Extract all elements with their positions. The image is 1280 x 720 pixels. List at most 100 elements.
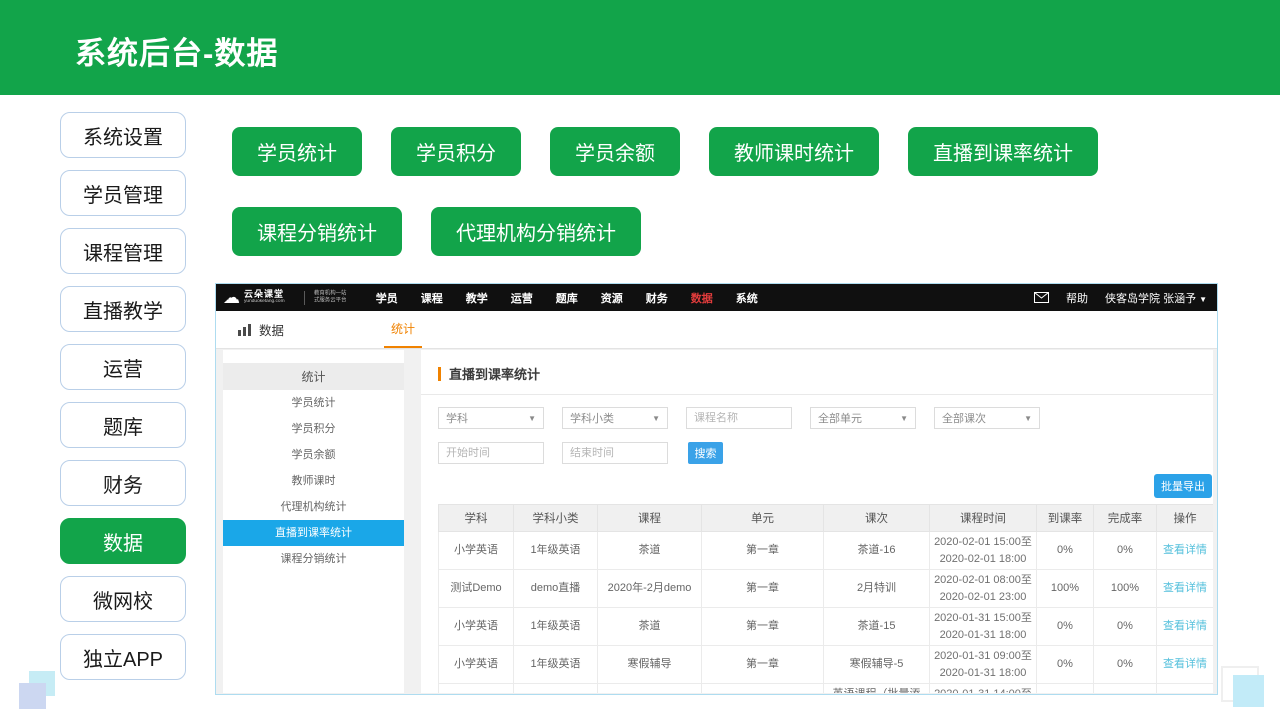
end-time-input-wrap [562, 442, 668, 464]
menu-item-agency-stats[interactable]: 代理机构统计 [223, 494, 404, 520]
table-row: 小学英语 1年级英语 寒假辅导 第一章 寒假辅导-5 2020-01-31 09… [439, 646, 1214, 684]
chip-student-balance[interactable]: 学员余额 [550, 127, 680, 176]
quick-buttons-row-2: 课程分销统计 代理机构分销统计 [232, 207, 641, 256]
sidebar-item-student-management[interactable]: 学员管理 [60, 170, 186, 216]
nav-item-question-bank[interactable]: 题库 [556, 290, 578, 306]
column-header-course-time: 课程时间 [930, 505, 1037, 532]
table-row: 测试Demo demo直播 2020年-2月demo 第一章 2月特训 2020… [439, 570, 1214, 608]
column-header-course: 课程 [598, 505, 702, 532]
start-time-input-wrap [438, 442, 544, 464]
filters-row-2: 搜索 [438, 442, 723, 464]
stats-side-menu: 统计 学员统计 学员积分 学员余额 教师课时 代理机构统计 直播到课率统计 课程… [223, 350, 404, 693]
page: 系统后台-数据 系统设置 学员管理 课程管理 直播教学 运营 题库 财务 数据 … [0, 0, 1280, 720]
quick-buttons-row-1: 学员统计 学员积分 学员余额 教师课时统计 直播到课率统计 [232, 127, 1098, 176]
chip-agency-distribution-stats[interactable]: 代理机构分销统计 [431, 207, 641, 256]
menu-item-student-balance[interactable]: 学员余额 [223, 442, 404, 468]
column-header-actions: 操作 [1157, 505, 1214, 532]
course-name-input[interactable] [694, 412, 784, 424]
sidebar-item-standalone-app[interactable]: 独立APP [60, 634, 186, 680]
logo: ☁ 云朵课堂 yunduoketang.com 教育机构一站 式服务云平台 [223, 289, 350, 306]
nav-item-resources[interactable]: 资源 [601, 290, 623, 306]
lesson-select[interactable]: 全部课次 ▼ [934, 407, 1040, 429]
sidebar-item-data[interactable]: 数据 [60, 518, 186, 564]
nav-item-finance[interactable]: 财务 [646, 290, 668, 306]
table-header-row: 学科 学科小类 课程 单元 课次 课程时间 到课率 完成率 操作 [439, 505, 1214, 532]
panel-title: 直播到课率统计 [438, 364, 540, 383]
logo-name: 云朵课堂 [244, 290, 295, 299]
chip-course-distribution-stats[interactable]: 课程分销统计 [232, 207, 402, 256]
view-details-link[interactable]: 查看详情 [1163, 544, 1207, 556]
tab-statistics[interactable]: 统计 [384, 311, 422, 348]
sidebar-item-system-settings[interactable]: 系统设置 [60, 112, 186, 158]
column-header-completion-rate: 完成率 [1094, 505, 1157, 532]
admin-screenshot: ☁ 云朵课堂 yunduoketang.com 教育机构一站 式服务云平台 学员… [215, 283, 1218, 695]
end-time-input[interactable] [570, 447, 660, 459]
sidebar-item-operations[interactable]: 运营 [60, 344, 186, 390]
menu-item-student-points[interactable]: 学员积分 [223, 416, 404, 442]
menu-item-student-stats[interactable]: 学员统计 [223, 390, 404, 416]
chevron-down-icon: ▼ [528, 414, 536, 423]
table-row: 小学英语 1年级英语 寒假辅导 28号章节 英语课程（批量添加课次）-3 202… [439, 684, 1214, 694]
logo-divider [304, 291, 305, 305]
subject-select[interactable]: 学科 ▼ [438, 407, 544, 429]
sidebar-item-finance[interactable]: 财务 [60, 460, 186, 506]
chip-live-attendance-stats[interactable]: 直播到课率统计 [908, 127, 1098, 176]
table-body: 小学英语 1年级英语 茶道 第一章 茶道-16 2020-02-01 15:00… [439, 532, 1214, 694]
view-details-link[interactable]: 查看详情 [1163, 620, 1207, 632]
stats-menu-header: 统计 [223, 363, 404, 390]
chip-student-stats[interactable]: 学员统计 [232, 127, 362, 176]
admin-navbar: ☁ 云朵课堂 yunduoketang.com 教育机构一站 式服务云平台 学员… [216, 284, 1217, 311]
search-button[interactable]: 搜索 [688, 442, 723, 464]
admin-tabbar: 数据 统计 [216, 311, 1217, 349]
chevron-down-icon: ▼ [900, 414, 908, 423]
page-header: 系统后台-数据 [0, 0, 1280, 95]
attendance-table: 学科 学科小类 课程 单元 课次 课程时间 到课率 完成率 操作 小学英语 1年… [438, 504, 1213, 693]
nav-item-system[interactable]: 系统 [736, 290, 758, 306]
sidebar-item-question-bank[interactable]: 题库 [60, 402, 186, 448]
nav-item-students[interactable]: 学员 [376, 290, 398, 306]
sidebar: 系统设置 学员管理 课程管理 直播教学 运营 题库 财务 数据 微网校 独立AP… [60, 112, 186, 680]
section-label: 数据 [238, 311, 284, 348]
course-name-input-wrap [686, 407, 792, 429]
menu-item-live-attendance-stats[interactable]: 直播到课率统计 [223, 520, 404, 546]
subject-subcategory-select[interactable]: 学科小类 ▼ [562, 407, 668, 429]
view-details-link[interactable]: 查看详情 [1163, 582, 1207, 594]
logo-domain: yunduoketang.com [244, 299, 285, 304]
nav-item-data[interactable]: 数据 [691, 290, 713, 306]
help-link[interactable]: 帮助 [1066, 290, 1088, 306]
menu-item-course-distribution-stats[interactable]: 课程分销统计 [223, 546, 404, 572]
table-row: 小学英语 1年级英语 茶道 第一章 茶道-16 2020-02-01 15:00… [439, 532, 1214, 570]
sidebar-item-course-management[interactable]: 课程管理 [60, 228, 186, 274]
admin-nav-menu: 学员 课程 教学 运营 题库 资源 财务 数据 系统 [376, 290, 758, 306]
chip-teacher-hours-stats[interactable]: 教师课时统计 [709, 127, 879, 176]
chip-student-points[interactable]: 学员积分 [391, 127, 521, 176]
chevron-down-icon: ▼ [652, 414, 660, 423]
nav-item-teaching[interactable]: 教学 [466, 290, 488, 306]
nav-item-operations[interactable]: 运营 [511, 290, 533, 306]
column-header-subject-sub: 学科小类 [514, 505, 598, 532]
column-header-unit: 单元 [702, 505, 824, 532]
bar-chart-icon [238, 323, 253, 336]
sidebar-item-micro-school[interactable]: 微网校 [60, 576, 186, 622]
sidebar-item-live-teaching[interactable]: 直播教学 [60, 286, 186, 332]
logo-tagline: 教育机构一站 式服务云平台 [314, 291, 346, 305]
chevron-down-icon: ▼ [1024, 414, 1032, 423]
decoration-square-lavender-left [19, 683, 46, 709]
column-header-lesson: 课次 [824, 505, 930, 532]
column-header-subject: 学科 [439, 505, 514, 532]
view-details-link[interactable]: 查看详情 [1163, 658, 1207, 670]
separator [421, 394, 1213, 395]
filters-row-1: 学科 ▼ 学科小类 ▼ 全部单元 ▼ 全部课次 ▼ [438, 407, 1040, 429]
unit-select[interactable]: 全部单元 ▼ [810, 407, 916, 429]
table-row: 小学英语 1年级英语 茶道 第一章 茶道-15 2020-01-31 15:00… [439, 608, 1214, 646]
main-panel: 直播到课率统计 学科 ▼ 学科小类 ▼ 全部单元 ▼ [421, 350, 1213, 693]
column-header-attendance-rate: 到课率 [1037, 505, 1094, 532]
admin-nav-right: 帮助 侠客岛学院 张涵予▼ [1034, 290, 1207, 306]
account-menu[interactable]: 侠客岛学院 张涵予▼ [1105, 290, 1207, 306]
menu-item-teacher-hours[interactable]: 教师课时 [223, 468, 404, 494]
mail-icon[interactable] [1034, 292, 1049, 303]
chevron-down-icon: ▼ [1199, 295, 1207, 304]
nav-item-courses[interactable]: 课程 [421, 290, 443, 306]
start-time-input[interactable] [446, 447, 536, 459]
batch-export-button[interactable]: 批量导出 [1154, 474, 1212, 498]
